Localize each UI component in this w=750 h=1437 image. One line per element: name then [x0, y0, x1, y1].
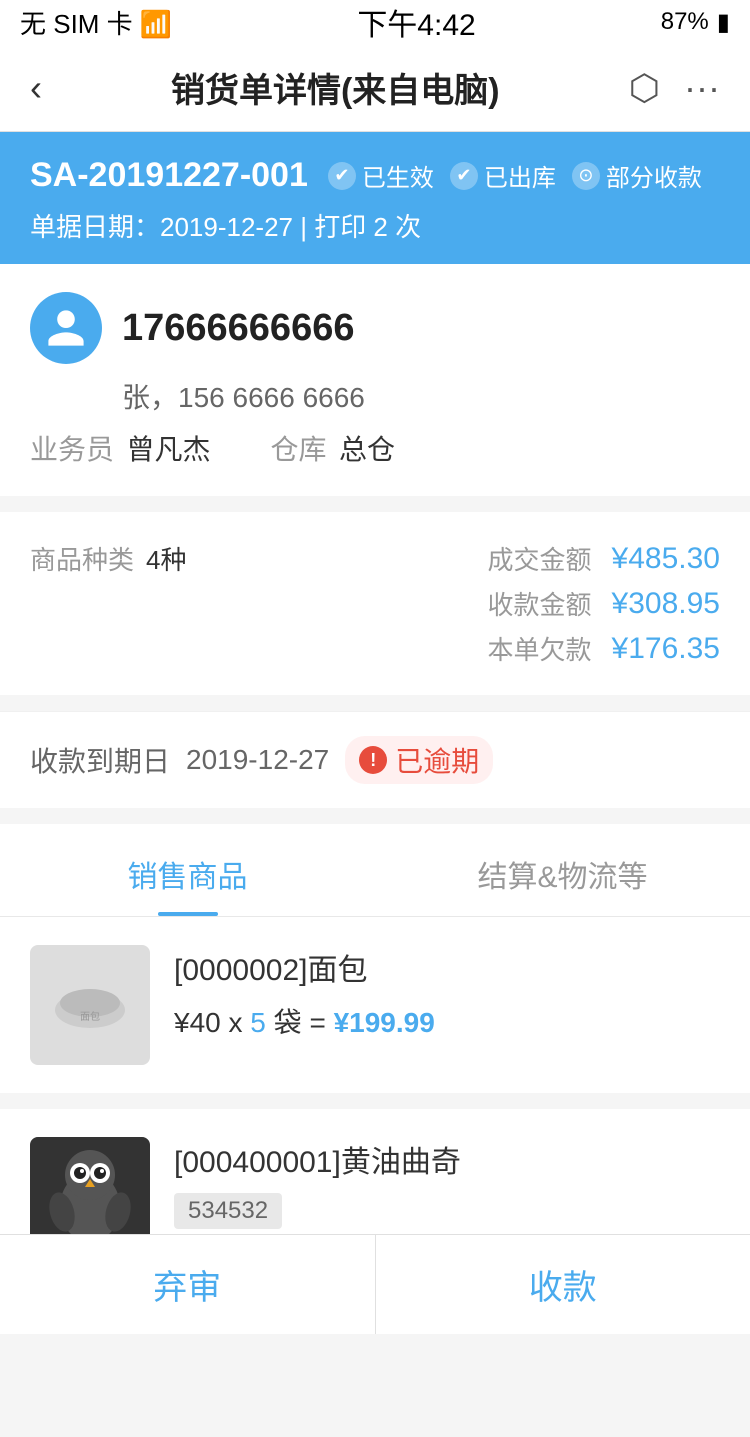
battery-icon: ▮: [717, 8, 730, 37]
product-unit-1: 袋: [274, 1007, 302, 1038]
received-amount-label: 收款金额: [488, 585, 592, 622]
check-icon: ✔: [328, 162, 356, 190]
status-bar: 无 SIM 卡 📶 下午4:42 87% ▮: [0, 0, 750, 44]
deal-amount-label: 成交金额: [488, 540, 592, 577]
product-types-value: 4种: [146, 540, 186, 577]
tab-sales-label: 销售商品: [128, 861, 248, 894]
status-time: 下午4:42: [357, 0, 475, 44]
debt-amount-label: 本单欠款: [488, 630, 592, 667]
back-button[interactable]: ‹: [30, 67, 42, 109]
customer-section: 17666666666 张，156 6666 6666 业务员 曾凡杰 仓库 总…: [0, 264, 750, 496]
customer-info-row: 业务员 曾凡杰 仓库 总仓: [30, 428, 720, 468]
clock-icon: ⊙: [572, 162, 600, 190]
customer-id: 17666666666: [122, 307, 354, 350]
tab-sales[interactable]: 销售商品: [0, 824, 375, 916]
bottom-bar: 弃审 收款: [0, 1234, 750, 1334]
tabs: 销售商品 结算&物流等: [0, 824, 750, 917]
stats-right: 成交金额 ¥485.30 收款金额 ¥308.95 本单欠款 ¥176.35: [488, 540, 720, 667]
deal-amount-value: ¥485.30: [612, 542, 720, 576]
badge-partial-label: 部分收款: [606, 158, 702, 193]
avatar: [30, 292, 102, 364]
product-types-label: 商品种类: [30, 540, 134, 577]
status-battery: 87% ▮: [661, 8, 730, 37]
person-icon: [44, 306, 88, 350]
badge-shipped: ✔ 已出库: [450, 158, 556, 193]
product-price-1: ¥40 x 5 袋 = ¥199.99: [174, 1001, 720, 1041]
debt-amount-row: 本单欠款 ¥176.35: [488, 630, 720, 667]
salesperson-label: 业务员: [30, 434, 114, 465]
warehouse-label: 仓库: [270, 434, 326, 465]
product-multiply-1: x: [229, 1007, 251, 1038]
share-icon[interactable]: ⬡: [629, 67, 660, 109]
nav-bar: ‹ 销货单详情(来自电脑) ⬡ ···: [0, 44, 750, 132]
badge-effective: ✔ 已生效: [328, 158, 434, 193]
product-name-2: [000400001]黄油曲奇: [174, 1137, 720, 1181]
due-date: 2019-12-27: [186, 744, 329, 776]
page-title: 销货单详情(来自电脑): [171, 63, 500, 112]
product-qty-1: 5: [250, 1007, 266, 1038]
salesperson-value: 曾凡杰: [126, 434, 210, 465]
received-amount-row: 收款金额 ¥308.95: [488, 585, 720, 622]
nav-actions: ⬡ ···: [629, 67, 720, 109]
product-name-1: [0000002]面包: [174, 945, 720, 989]
order-id: SA-20191227-001: [30, 156, 308, 195]
customer-contact: 张，156 6666 6666: [30, 376, 720, 416]
due-section: 收款到期日 2019-12-27 ! 已逾期: [0, 711, 750, 808]
product-unit-price-1: ¥40: [174, 1007, 221, 1038]
badge-shipped-label: 已出库: [484, 158, 556, 193]
tab-settlement-label: 结算&物流等: [477, 861, 647, 894]
list-item: 面包 [0000002]面包 ¥40 x 5 袋 = ¥199.99: [0, 917, 750, 1093]
bread-placeholder: 面包: [30, 945, 150, 1065]
stats-left: 商品种类 4种: [30, 540, 186, 583]
deal-amount-row: 成交金额 ¥485.30: [488, 540, 720, 577]
overdue-badge: ! 已逾期: [345, 736, 493, 784]
svg-text:面包: 面包: [80, 1010, 100, 1023]
product-thumbnail-1: 面包: [30, 945, 150, 1065]
order-meta: 单据日期：2019-12-27 | 打印 2 次: [30, 207, 720, 244]
confirm-button[interactable]: 收款: [376, 1235, 750, 1334]
battery-percent: 87%: [661, 8, 709, 36]
overdue-icon: !: [359, 746, 387, 774]
badge-partial: ⊙ 部分收款: [572, 158, 702, 193]
due-label: 收款到期日: [30, 740, 170, 780]
check-icon-2: ✔: [450, 162, 478, 190]
stats-section: 商品种类 4种 成交金额 ¥485.30 收款金额 ¥308.95 本单欠款 ¥…: [0, 512, 750, 695]
received-amount-value: ¥308.95: [612, 587, 720, 621]
product-types-row: 商品种类 4种: [30, 540, 186, 577]
warehouse-value: 总仓: [339, 434, 395, 465]
tab-settlement[interactable]: 结算&物流等: [375, 824, 750, 916]
order-badges: ✔ 已生效 ✔ 已出库 ⊙ 部分收款: [328, 158, 702, 193]
product-sku-badge-2: 534532: [174, 1193, 282, 1229]
cancel-button[interactable]: 弃审: [0, 1235, 376, 1334]
product-equals-1: =: [309, 1007, 333, 1038]
badge-effective-label: 已生效: [362, 158, 434, 193]
status-signal: 无 SIM 卡 📶: [20, 4, 172, 41]
overdue-text: 已逾期: [395, 740, 479, 780]
more-icon[interactable]: ···: [684, 67, 720, 109]
product-info-1: [0000002]面包 ¥40 x 5 袋 = ¥199.99: [174, 945, 720, 1041]
order-header: SA-20191227-001 ✔ 已生效 ✔ 已出库 ⊙ 部分收款 单据日期：…: [0, 132, 750, 264]
bread-icon: 面包: [50, 975, 130, 1035]
product-total-1: ¥199.99: [334, 1007, 435, 1038]
debt-amount-value: ¥176.35: [612, 632, 720, 666]
